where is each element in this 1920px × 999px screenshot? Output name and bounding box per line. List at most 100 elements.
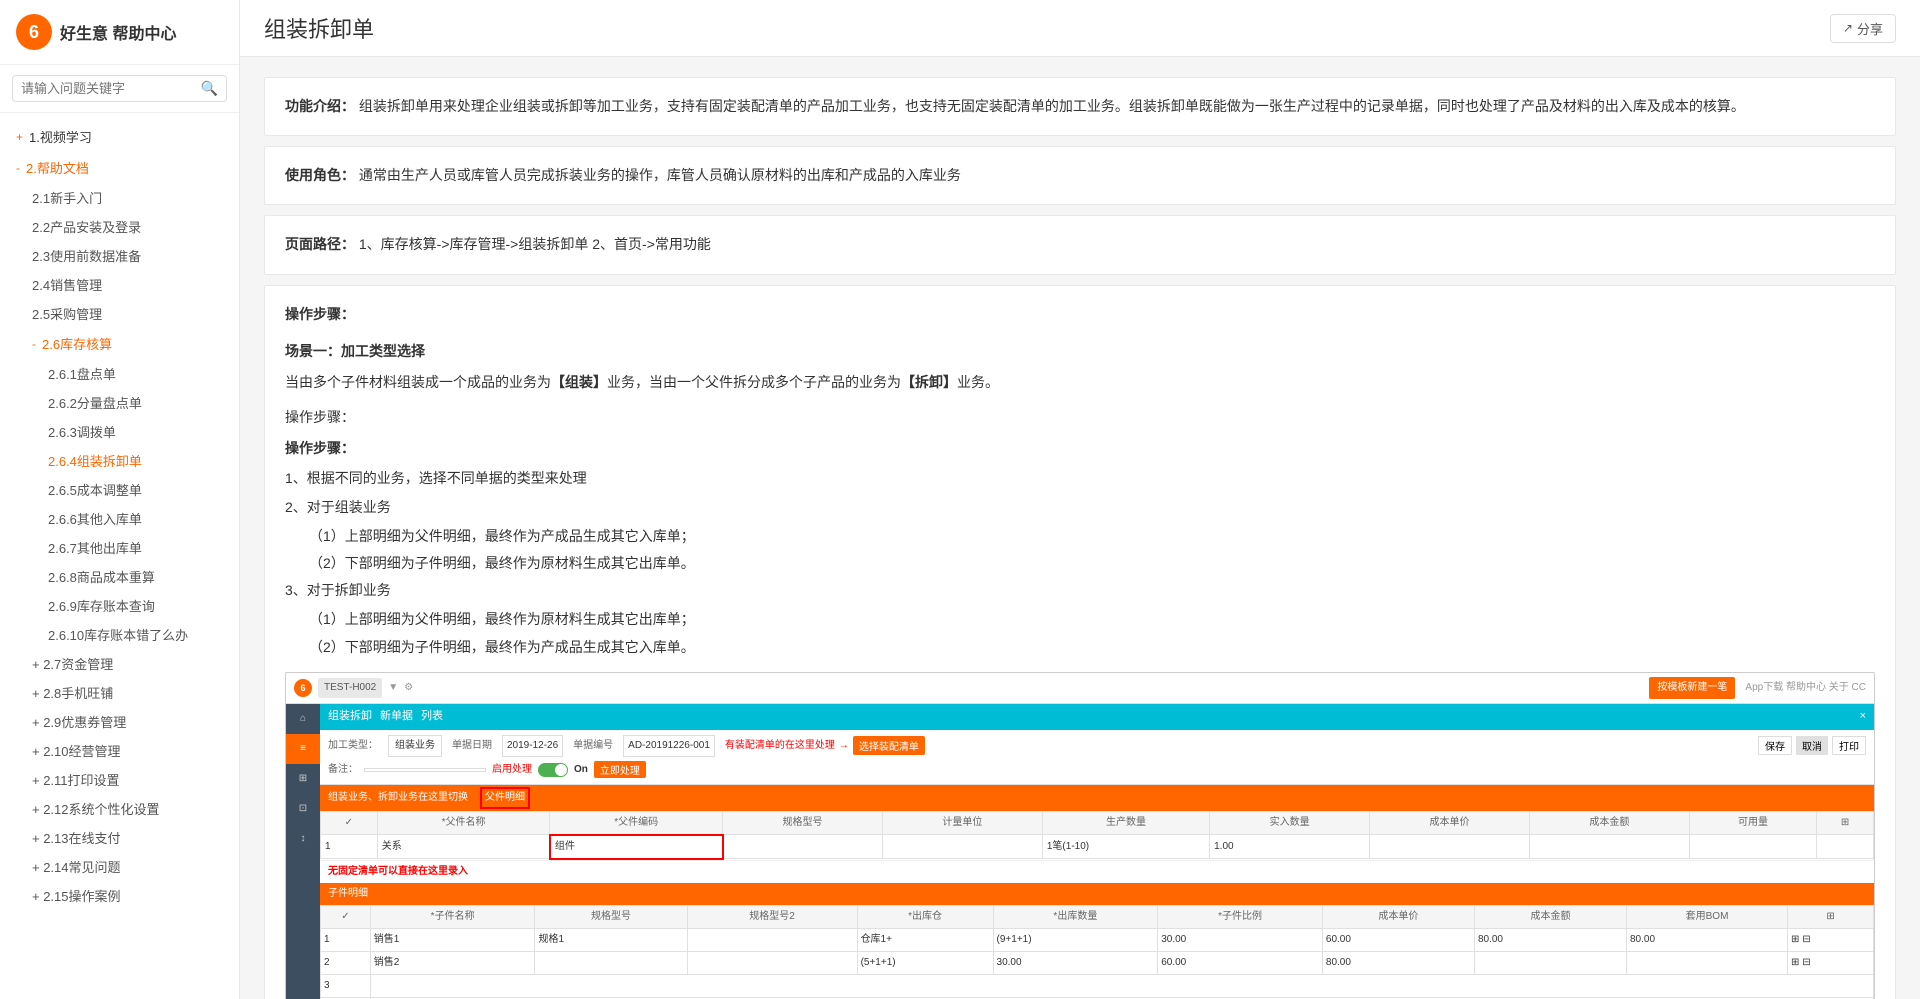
step3: 3、对于拆卸业务 [285, 578, 1875, 603]
app-logo: 6 [16, 14, 52, 50]
role-card: 使用角色： 通常由生产人员或库管人员完成拆装业务的操作，库管人员确认原材料的出库… [264, 146, 1896, 205]
sidebar-item-purchase[interactable]: 2.5采购管理 [0, 299, 239, 328]
intro-body: 组装拆卸单用来处理企业组装或拆卸等加工业务，支持有固定装配清单的产品加工业务，也… [359, 98, 1745, 114]
scene1-desc: 当由多个子件材料组装成一个成品的业务为【组装】业务，当由一个父件拆分成多个子产品… [285, 370, 1875, 395]
search-box[interactable]: 🔍 [12, 75, 227, 102]
share-button[interactable]: ↗ 分享 [1830, 14, 1896, 43]
content-area: 功能介绍： 组装拆卸单用来处理企业组装或拆卸等加工业务，支持有固定装配清单的产品… [240, 57, 1920, 999]
assembly-select-btn[interactable]: 选择装配清单 [853, 736, 925, 755]
sidebar-item-cost-adjust[interactable]: 2.6.5成本调整单 [0, 475, 239, 504]
logo-area: 6 好生意 帮助中心 [0, 0, 239, 65]
sub-section-header: 子件明细 [320, 883, 1874, 905]
sidebar-item-sales[interactable]: 2.4销售管理 [0, 270, 239, 299]
sidebar-item-finance[interactable]: + 2.7资金管理 [0, 649, 239, 678]
sidebar-item-online-pay[interactable]: + 2.13在线支付 [0, 823, 239, 852]
share-icon: ↗ [1843, 21, 1853, 35]
step2-sub1: （1）上部明细为父件明细，最终作为产成品生成其它入库单； [309, 524, 1875, 549]
bottom-table-row-1: 1 销售1 规格1 仓库1+ (9+1+1) 30.00 60.00 80.0 [321, 928, 1874, 951]
sidebar-item-system[interactable]: + 2.12系统个性化设置 [0, 794, 239, 823]
role-text: 使用角色： 通常由生产人员或库管人员完成拆装业务的操作，库管人员确认原材料的出库… [285, 163, 1875, 188]
inner-topbar: 6 TEST-H002 ▼ ⚙ 按模板新建一笔 App下载 帮助中心 关于 CC [286, 673, 1874, 704]
sidebar-icon-4: ⊡ [286, 794, 320, 824]
cancel-btn[interactable]: 取消 [1796, 736, 1828, 755]
sidebar-icon-active: ≡ [286, 734, 320, 764]
sidebar-item-faq[interactable]: + 2.14常见问题 [0, 852, 239, 881]
ops-steps-label: 操作步骤： [285, 405, 1875, 430]
sidebar-item-coupon[interactable]: + 2.9优惠券管理 [0, 707, 239, 736]
step2-sub2: （2）下部明细为子件明细，最终作为原材料生成其它出库单。 [309, 551, 1875, 576]
sidebar-item-case[interactable]: + 2.15操作案例 [0, 881, 239, 910]
search-button[interactable]: 🔍 [201, 80, 218, 97]
on-label: On [574, 761, 588, 779]
search-input[interactable] [21, 81, 201, 96]
sidebar-item-assembly[interactable]: 2.6.4组装拆卸单 [0, 446, 239, 475]
inner-teal-header: 组装拆卸 新单据 列表 × [320, 704, 1874, 730]
intro-label: 功能介绍： [285, 98, 355, 114]
role-label: 使用角色： [285, 167, 355, 183]
path-body: 1、库存核算->库存管理->组装拆卸单 2、首页->常用功能 [359, 236, 711, 252]
bottom-table-row-3: 3 [321, 974, 1874, 997]
bottom-table-container: ✓ *子件名称 规格型号 规格型号2 *出库仓 *出库数量 *子件比例 成本单价 [320, 905, 1874, 999]
sidebar-item-print[interactable]: + 2.11打印设置 [0, 765, 239, 794]
close-icon[interactable]: × [1860, 707, 1866, 727]
confirm-btn[interactable]: 立即处理 [594, 761, 646, 778]
sidebar: 6 好生意 帮助中心 🔍 + 1.视频学习 - 2.帮助文档 2.1新手入门 2… [0, 0, 240, 999]
top-table: ✓ *父件名称 *父件编码 规格型号 计量单位 生产数量 实入数量 成本单价 成 [320, 811, 1874, 860]
top-table-container: ✓ *父件名称 *父件编码 规格型号 计量单位 生产数量 实入数量 成本单价 成 [320, 811, 1874, 860]
scene1-label: 场景一：加工类型选择 [285, 339, 1875, 364]
inner-sidebar: ⌂ ≡ ⊞ ⊡ ↕ [286, 704, 320, 999]
sidebar-item-stock-ledger[interactable]: 2.6.9库存账本查询 [0, 591, 239, 620]
inner-form: 加工类型： 组装业务 单据日期 2019-12-26 单据编号 AD-20191… [320, 730, 1874, 785]
role-body: 通常由生产人员或库管人员完成拆装业务的操作，库管人员确认原材料的出库和产成品的入… [359, 167, 961, 183]
sidebar-item-goods-cost[interactable]: 2.6.8商品成本重算 [0, 562, 239, 591]
sidebar-item-stock-error[interactable]: 2.6.10库存账本错了么办 [0, 620, 239, 649]
print-btn[interactable]: 打印 [1832, 736, 1866, 755]
app-name: 好生意 帮助中心 [60, 20, 176, 44]
docs-label: 2.帮助文档 [26, 158, 89, 177]
sidebar-item-data[interactable]: 2.3使用前数据准备 [0, 241, 239, 270]
sidebar-icon-home: ⌂ [286, 704, 320, 734]
step3-sub1: （1）上部明细为父件明细，最终作为原材料生成其它出库单； [309, 607, 1875, 632]
path-card: 页面路径： 1、库存核算->库存管理->组装拆卸单 2、首页->常用功能 [264, 215, 1896, 274]
inner-main: 组装拆卸 新单据 列表 × 加工类型： 组装业务 单据日期 [320, 704, 1874, 999]
video-prefix: + [16, 130, 23, 144]
bottom-table: ✓ *子件名称 规格型号 规格型号2 *出库仓 *出库数量 *子件比例 成本单价 [320, 905, 1874, 999]
intro-card: 功能介绍： 组装拆卸单用来处理企业组装或拆卸等加工业务，支持有固定装配清单的产品… [264, 77, 1896, 136]
share-label: 分享 [1857, 19, 1883, 38]
annotation2-text: 启用处理 [492, 761, 532, 779]
doc-title: 组装拆卸 [328, 707, 372, 727]
screenshot-mockup: 6 TEST-H002 ▼ ⚙ 按模板新建一笔 App下载 帮助中心 关于 CC… [285, 672, 1875, 999]
path-label: 页面路径： [285, 236, 355, 252]
test-badge: TEST-H002 [318, 678, 382, 698]
step2: 2、对于组装业务 [285, 495, 1875, 520]
sidebar-item-docs[interactable]: - 2.帮助文档 [0, 152, 239, 183]
sidebar-item-inventory[interactable]: - 2.6库存核算 [0, 328, 239, 359]
annotation4-text: 无固定清单可以直接在这里录入 [328, 863, 468, 881]
search-area: 🔍 [0, 65, 239, 113]
sidebar-item-other-in[interactable]: 2.6.6其他入库单 [0, 504, 239, 533]
steps-list: 1、根据不同的业务，选择不同单据的类型来处理 2、对于组装业务 （1）上部明细为… [285, 466, 1875, 660]
toggle-switch[interactable] [538, 763, 568, 777]
sidebar-item-newbie[interactable]: 2.1新手入门 [0, 183, 239, 212]
steps-card: 操作步骤： 场景一：加工类型选择 当由多个子件材料组装成一个成品的业务为【组装】… [264, 285, 1896, 999]
step3-sub2: （2）下部明细为子件明细，最终作为产成品生成其它入库单。 [309, 635, 1875, 660]
inner-logo: 6 [294, 679, 312, 697]
intro-text: 功能介绍： 组装拆卸单用来处理企业组装或拆卸等加工业务，支持有固定装配清单的产品… [285, 94, 1875, 119]
sidebar-item-mobile[interactable]: + 2.8手机旺铺 [0, 678, 239, 707]
sidebar-item-adjust[interactable]: 2.6.3调拨单 [0, 417, 239, 446]
sidebar-item-video[interactable]: + 1.视频学习 [0, 121, 239, 152]
sidebar-icon-5: ↕ [286, 824, 320, 854]
save-btn[interactable]: 保存 [1758, 736, 1792, 755]
video-label: 1.视频学习 [29, 127, 92, 146]
sidebar-item-other-out[interactable]: 2.6.7其他出库单 [0, 533, 239, 562]
sidebar-item-stocktake[interactable]: 2.6.1盘点单 [0, 359, 239, 388]
topbar: 组装拆卸单 ↗ 分享 [240, 0, 1920, 57]
new-btn[interactable]: 按模板新建一笔 [1649, 677, 1735, 699]
inventory-prefix: - [32, 337, 36, 351]
sidebar-item-biz[interactable]: + 2.10经营管理 [0, 736, 239, 765]
sidebar-item-partial-stocktake[interactable]: 2.6.2分量盘点单 [0, 388, 239, 417]
docs-prefix: - [16, 161, 20, 175]
sidebar-item-install[interactable]: 2.2产品安装及登录 [0, 212, 239, 241]
main-area: 组装拆卸单 ↗ 分享 功能介绍： 组装拆卸单用来处理企业组装或拆卸等加工业务，支… [240, 0, 1920, 999]
annotation1-text: 有装配清单的在这里处理 [725, 737, 835, 755]
